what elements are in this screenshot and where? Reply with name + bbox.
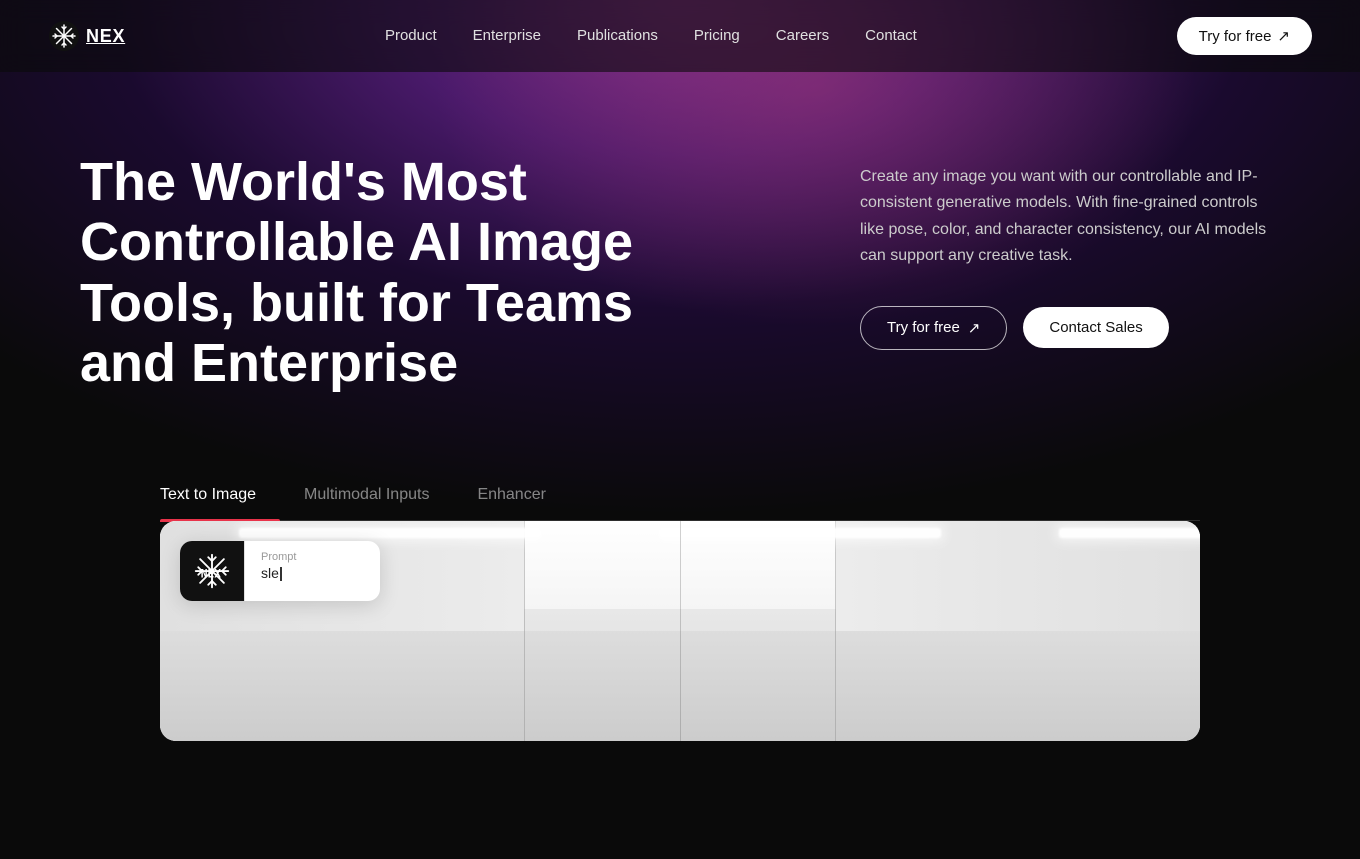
- arrow-icon: ↗: [968, 319, 981, 337]
- nav-item-contact[interactable]: Contact: [865, 27, 917, 44]
- ceiling-light-2: [660, 529, 940, 537]
- hero-right: Create any image you want with our contr…: [860, 152, 1280, 350]
- nav-item-pricing[interactable]: Pricing: [694, 27, 740, 44]
- nav-item-publications[interactable]: Publications: [577, 27, 658, 44]
- ceiling-light-3: [1060, 529, 1200, 537]
- nav-try-free-button[interactable]: Try for free ↗: [1177, 17, 1312, 55]
- prompt-card-logo: NEX: [180, 541, 244, 601]
- tabs-list: Text to Image Multimodal Inputs Enhancer: [160, 474, 1200, 521]
- room-floor: [160, 631, 1200, 741]
- demo-image: NEX Prompt sle: [160, 521, 1200, 741]
- logo-text: NEX: [86, 26, 125, 47]
- prompt-card-content: Prompt sle: [245, 541, 312, 601]
- arrow-icon: ↗: [1277, 27, 1290, 45]
- nav-item-product[interactable]: Product: [385, 27, 437, 44]
- demo-panel: NEX Prompt sle: [160, 521, 1200, 741]
- hero-title: The World's Most Controllable AI Image T…: [80, 152, 700, 394]
- nav-links: Product Enterprise Publications Pricing …: [385, 27, 917, 45]
- hero-try-free-button[interactable]: Try for free ↗: [860, 306, 1007, 350]
- text-cursor: [280, 567, 282, 581]
- hero-contact-sales-button[interactable]: Contact Sales: [1023, 307, 1168, 348]
- vertical-line-right: [835, 521, 836, 741]
- navbar: NEX Product Enterprise Publications Pric…: [0, 0, 1360, 72]
- svg-text:NEX: NEX: [201, 567, 222, 580]
- logo-icon: [48, 20, 80, 52]
- hero-top: The World's Most Controllable AI Image T…: [80, 152, 1280, 394]
- hero-section: The World's Most Controllable AI Image T…: [0, 0, 1360, 859]
- prompt-label: Prompt: [261, 551, 296, 563]
- hero-left: The World's Most Controllable AI Image T…: [80, 152, 700, 394]
- hero-content: The World's Most Controllable AI Image T…: [0, 72, 1360, 741]
- hero-description: Create any image you want with our contr…: [860, 164, 1280, 270]
- prompt-text: sle: [261, 565, 296, 581]
- logo[interactable]: NEX: [48, 20, 125, 52]
- ceiling-light-1: [240, 529, 540, 537]
- vertical-line-left: [524, 521, 525, 741]
- prompt-card: NEX Prompt sle: [180, 541, 380, 601]
- prompt-logo-icon: NEX: [192, 551, 232, 591]
- tabs-section: Text to Image Multimodal Inputs Enhancer: [80, 474, 1280, 521]
- tab-text-to-image[interactable]: Text to Image: [160, 474, 280, 520]
- nav-item-careers[interactable]: Careers: [776, 27, 829, 44]
- nav-item-enterprise[interactable]: Enterprise: [473, 27, 541, 44]
- tab-multimodal-inputs[interactable]: Multimodal Inputs: [280, 474, 453, 520]
- tab-enhancer[interactable]: Enhancer: [453, 474, 570, 520]
- hero-buttons: Try for free ↗ Contact Sales: [860, 306, 1280, 350]
